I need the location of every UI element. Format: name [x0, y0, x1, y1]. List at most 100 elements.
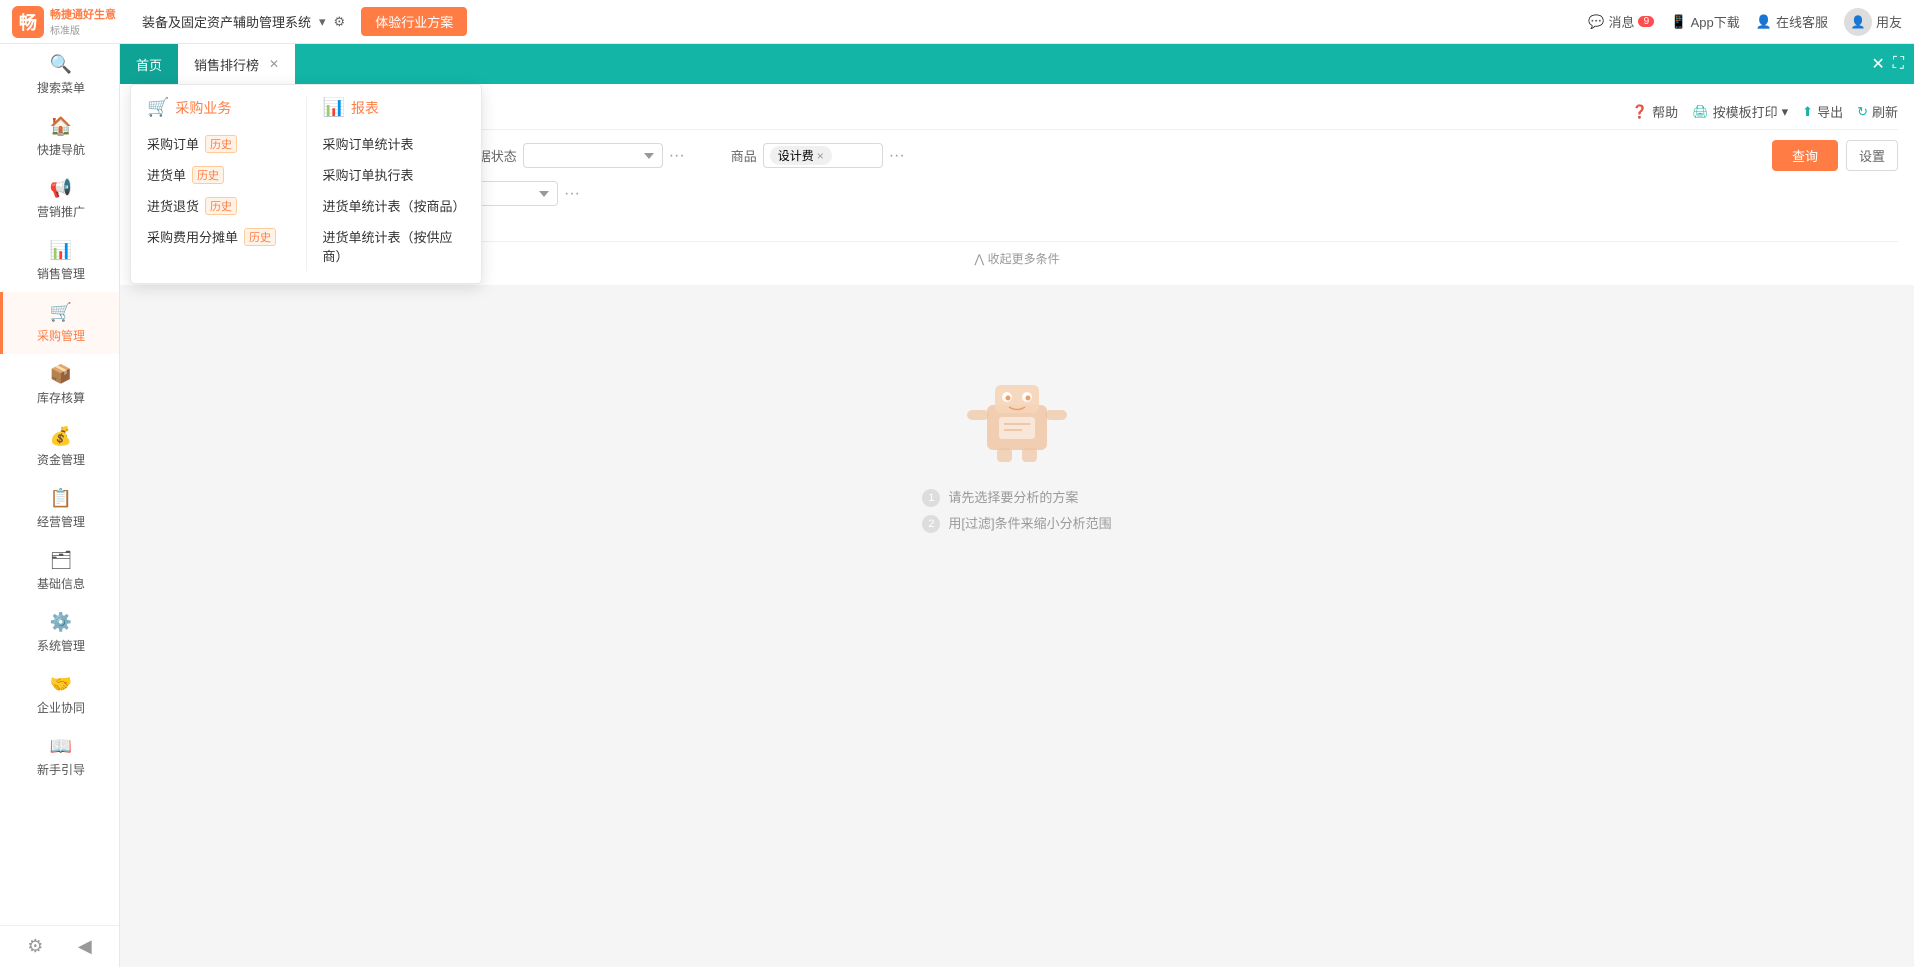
sidebar-label-finance: 资金管理 [37, 451, 85, 468]
base-icon: 🗂 [50, 550, 73, 571]
sidebar-item-quicknav[interactable]: 🏠 快捷导航 [0, 106, 119, 168]
logo-area: 畅 畅捷通好生意 标准版 [12, 6, 132, 38]
sales-icon: 📊 [50, 240, 72, 261]
goods-field: 商品 设计费 × ··· [701, 143, 905, 168]
setting-button[interactable]: 设置 [1846, 140, 1898, 171]
sidebar-item-inventory[interactable]: 📦 库存核算 [0, 354, 119, 416]
goods-stats-by-product-label: 进货单统计表（按商品） [323, 196, 466, 215]
dropdown-col-purchase: 🛒 采购业务 采购订单 历史 进货单 历史 进货退货 历史 采购费用分摊单 历史 [131, 97, 306, 271]
system-settings-icon[interactable]: ⚙ [334, 14, 346, 30]
search-icon: 🔍 [50, 54, 72, 75]
user-avatar: 👤 [1844, 8, 1872, 36]
goods-receipt-label: 进货单 [147, 165, 186, 184]
sidebar-settings-button[interactable]: ⚙ [27, 936, 43, 957]
dropdown-item-po-execution[interactable]: 采购订单执行表 [319, 159, 470, 190]
sidebar: 🔍 搜索菜单 🏠 快捷导航 📢 营销推广 📊 销售管理 🛒 采购管理 📦 库存核… [0, 44, 120, 967]
system-dropdown-button[interactable]: ▾ [319, 14, 326, 30]
sidebar-collapse-button[interactable]: ◀ [78, 936, 92, 957]
sidebar-label-base: 基础信息 [37, 575, 85, 592]
empty-image [957, 365, 1077, 465]
operations-icon: 📋 [50, 488, 72, 509]
purchase-col-label: 采购业务 [175, 98, 231, 118]
sidebar-label-sales: 销售管理 [37, 265, 85, 282]
print-dropdown-icon[interactable]: ▾ [1782, 104, 1789, 120]
reports-col-icon: 📊 [323, 97, 345, 118]
tab-home-label: 首页 [136, 55, 162, 74]
guide-icon: 📖 [50, 736, 72, 757]
dropdown-item-goods-stats-by-product[interactable]: 进货单统计表（按商品） [319, 190, 470, 221]
order-status-more-button[interactable]: ··· [669, 147, 685, 165]
purchase-col-icon: 🛒 [147, 97, 169, 118]
tab-bar: 首页 销售排行榜 ✕ ✕ ⛶ [120, 44, 1914, 84]
messages-button[interactable]: 💬 消息 9 [1588, 12, 1654, 31]
po-execution-label: 采购订单执行表 [323, 165, 414, 184]
empty-tip-1: 1 请先选择要分析的方案 [922, 485, 1111, 511]
reports-col-label: 报表 [351, 98, 379, 118]
sidebar-label-purchase: 采购管理 [37, 327, 85, 344]
sidebar-item-operations[interactable]: 📋 经营管理 [0, 478, 119, 540]
dropdown-item-purchase-order[interactable]: 采购订单 历史 [143, 128, 294, 159]
salesperson-more-button[interactable]: ··· [564, 185, 580, 203]
query-button[interactable]: 查询 [1772, 140, 1838, 171]
sidebar-item-base[interactable]: 🗂 基础信息 [0, 540, 119, 602]
help-label: 帮助 [1652, 102, 1678, 121]
tab-close-button[interactable]: ✕ [269, 57, 279, 71]
sidebar-item-finance[interactable]: 💰 资金管理 [0, 416, 119, 478]
sidebar-item-system[interactable]: ⚙️ 系统管理 [0, 602, 119, 664]
sidebar-label-marketing: 营销推广 [37, 203, 85, 220]
sidebar-label-quicknav: 快捷导航 [37, 141, 85, 158]
print-button[interactable]: 🖨 按模板打印 ▾ [1692, 102, 1788, 121]
user-name-label: 用友 [1876, 12, 1902, 31]
enterprise-icon: 🤝 [50, 674, 72, 695]
refresh-label: 刷新 [1872, 102, 1898, 121]
help-icon: ❓ [1632, 104, 1648, 120]
sidebar-item-enterprise[interactable]: 🤝 企业协同 [0, 664, 119, 726]
export-icon: ⬆ [1802, 104, 1813, 120]
goods-label: 商品 [701, 146, 757, 165]
help-button[interactable]: ❓ 帮助 [1632, 102, 1678, 121]
online-service-button[interactable]: 👤 在线客服 [1756, 12, 1828, 31]
sidebar-item-marketing[interactable]: 📢 营销推广 [0, 168, 119, 230]
sidebar-bottom: ⚙ ◀ [0, 925, 119, 967]
refresh-icon: ↻ [1857, 104, 1868, 120]
header-right: 💬 消息 9 📱 App下载 👤 在线客服 👤 用友 [1588, 8, 1902, 36]
refresh-button[interactable]: ↻ 刷新 [1857, 102, 1898, 121]
sidebar-label-system: 系统管理 [37, 637, 85, 654]
empty-state: 1 请先选择要分析的方案 2 用[过滤]条件来缩小分析范围 [120, 285, 1914, 617]
finance-icon: 💰 [50, 426, 72, 447]
tab-sales-rank[interactable]: 销售排行榜 ✕ [178, 44, 295, 84]
order-status-select[interactable] [523, 143, 663, 168]
sidebar-item-search[interactable]: 🔍 搜索菜单 [0, 44, 119, 106]
dropdown-col-reports-header: 📊 报表 [319, 97, 470, 118]
sidebar-item-purchase[interactable]: 🛒 采购管理 [0, 292, 119, 354]
dropdown-item-purchase-expense[interactable]: 采购费用分摊单 历史 [143, 221, 294, 252]
dropdown-item-goods-receipt[interactable]: 进货单 历史 [143, 159, 294, 190]
dropdown-item-po-stats[interactable]: 采购订单统计表 [319, 128, 470, 159]
goods-more-button[interactable]: ··· [889, 147, 905, 165]
dropdown-item-goods-stats-by-supplier[interactable]: 进货单统计表（按供应商） [319, 221, 470, 271]
tab-right-controls: ✕ ⛶ [1871, 54, 1914, 74]
messages-badge: 9 [1638, 16, 1654, 27]
trial-button[interactable]: 体验行业方案 [361, 7, 467, 36]
tab-close-all-button[interactable]: ✕ [1871, 54, 1884, 74]
logo-icon: 畅 [12, 6, 44, 38]
export-button[interactable]: ⬆ 导出 [1802, 102, 1843, 121]
sidebar-label-inventory: 库存核算 [37, 389, 85, 406]
app-download-button[interactable]: 📱 App下载 [1670, 12, 1739, 31]
sidebar-item-sales[interactable]: 📊 销售管理 [0, 230, 119, 292]
goods-tag-close[interactable]: × [817, 149, 824, 163]
dropdown-item-goods-return[interactable]: 进货退货 历史 [143, 190, 294, 221]
system-title-text: 装备及固定资产辅助管理系统 [142, 12, 311, 31]
tab-home[interactable]: 首页 [120, 44, 178, 84]
dropdown-col-reports: 📊 报表 采购订单统计表 采购订单执行表 进货单统计表（按商品） 进货单统计表（… [306, 97, 482, 271]
user-menu[interactable]: 👤 用友 [1844, 8, 1902, 36]
service-icon: 👤 [1756, 14, 1772, 30]
messages-label: 消息 [1608, 12, 1634, 31]
purchase-dropdown-menu: 🛒 采购业务 采购订单 历史 进货单 历史 进货退货 历史 采购费用分摊单 历史… [130, 84, 482, 284]
sidebar-label-enterprise: 企业协同 [37, 699, 85, 716]
message-icon: 💬 [1588, 14, 1604, 30]
dropdown-col-purchase-header: 🛒 采购业务 [143, 97, 294, 118]
sidebar-item-guide[interactable]: 📖 新手引导 [0, 726, 119, 788]
sidebar-label-search: 搜索菜单 [37, 79, 85, 96]
tab-maximize-button[interactable]: ⛶ [1893, 55, 1904, 73]
